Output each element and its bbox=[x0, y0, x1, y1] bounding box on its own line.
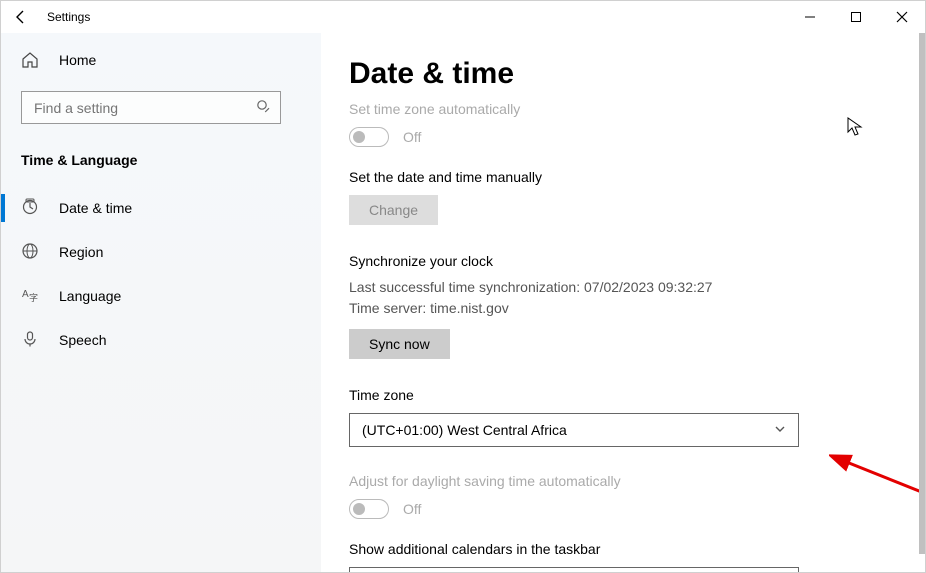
last-sync-text: Last successful time synchronization: 07… bbox=[349, 277, 901, 298]
sidebar-item-label: Date & time bbox=[59, 200, 132, 216]
sidebar-item-date-time[interactable]: Date & time bbox=[1, 186, 321, 230]
change-button[interactable]: Change bbox=[349, 195, 438, 225]
sidebar-item-speech[interactable]: Speech bbox=[1, 318, 321, 362]
microphone-icon bbox=[21, 330, 39, 351]
time-server-text: Time server: time.nist.gov bbox=[349, 298, 901, 319]
manual-date-label: Set the date and time manually bbox=[349, 169, 901, 185]
dst-toggle: Off bbox=[349, 499, 901, 519]
chevron-down-icon bbox=[774, 423, 786, 438]
auto-timezone-toggle: Off bbox=[349, 127, 901, 147]
sidebar-item-label: Region bbox=[59, 244, 103, 260]
window-title: Settings bbox=[47, 10, 90, 24]
search-field[interactable] bbox=[32, 99, 242, 117]
sidebar-item-label: Speech bbox=[59, 332, 106, 348]
svg-text:A: A bbox=[22, 289, 29, 300]
search-input[interactable] bbox=[21, 91, 281, 124]
sidebar-item-label: Language bbox=[59, 288, 121, 304]
timezone-label: Time zone bbox=[349, 387, 901, 403]
toggle-switch bbox=[349, 499, 389, 519]
sidebar-item-region[interactable]: Region bbox=[1, 230, 321, 274]
sidebar-group-title: Time & Language bbox=[1, 138, 321, 186]
minimize-button[interactable] bbox=[787, 1, 833, 33]
toggle-switch bbox=[349, 127, 389, 147]
search-icon bbox=[256, 99, 270, 116]
home-label: Home bbox=[59, 52, 96, 68]
sidebar-item-language[interactable]: A字 Language bbox=[1, 274, 321, 318]
timezone-value: (UTC+01:00) West Central Africa bbox=[362, 422, 567, 438]
svg-text:字: 字 bbox=[29, 292, 38, 303]
page-title: Date & time bbox=[349, 57, 901, 91]
back-button[interactable] bbox=[5, 1, 37, 33]
auto-timezone-label: Set time zone automatically bbox=[349, 101, 901, 117]
clock-icon bbox=[21, 198, 39, 219]
additional-calendars-dropdown[interactable]: Don't show additional calendars bbox=[349, 567, 799, 572]
home-nav[interactable]: Home bbox=[1, 33, 321, 79]
home-icon bbox=[21, 51, 39, 69]
sync-now-button[interactable]: Sync now bbox=[349, 329, 450, 359]
sidebar: Home Time & Language Date & time bbox=[1, 33, 321, 572]
sync-header: Synchronize your clock bbox=[349, 253, 901, 269]
scrollbar[interactable] bbox=[919, 33, 925, 554]
content-area: Date & time Set time zone automatically … bbox=[321, 33, 925, 572]
toggle-state: Off bbox=[403, 129, 421, 145]
globe-icon bbox=[21, 242, 39, 263]
additional-calendars-label: Show additional calendars in the taskbar bbox=[349, 541, 901, 557]
maximize-button[interactable] bbox=[833, 1, 879, 33]
dst-label: Adjust for daylight saving time automati… bbox=[349, 473, 901, 489]
timezone-dropdown[interactable]: (UTC+01:00) West Central Africa bbox=[349, 413, 799, 447]
toggle-state: Off bbox=[403, 501, 421, 517]
close-button[interactable] bbox=[879, 1, 925, 33]
language-icon: A字 bbox=[21, 286, 39, 307]
